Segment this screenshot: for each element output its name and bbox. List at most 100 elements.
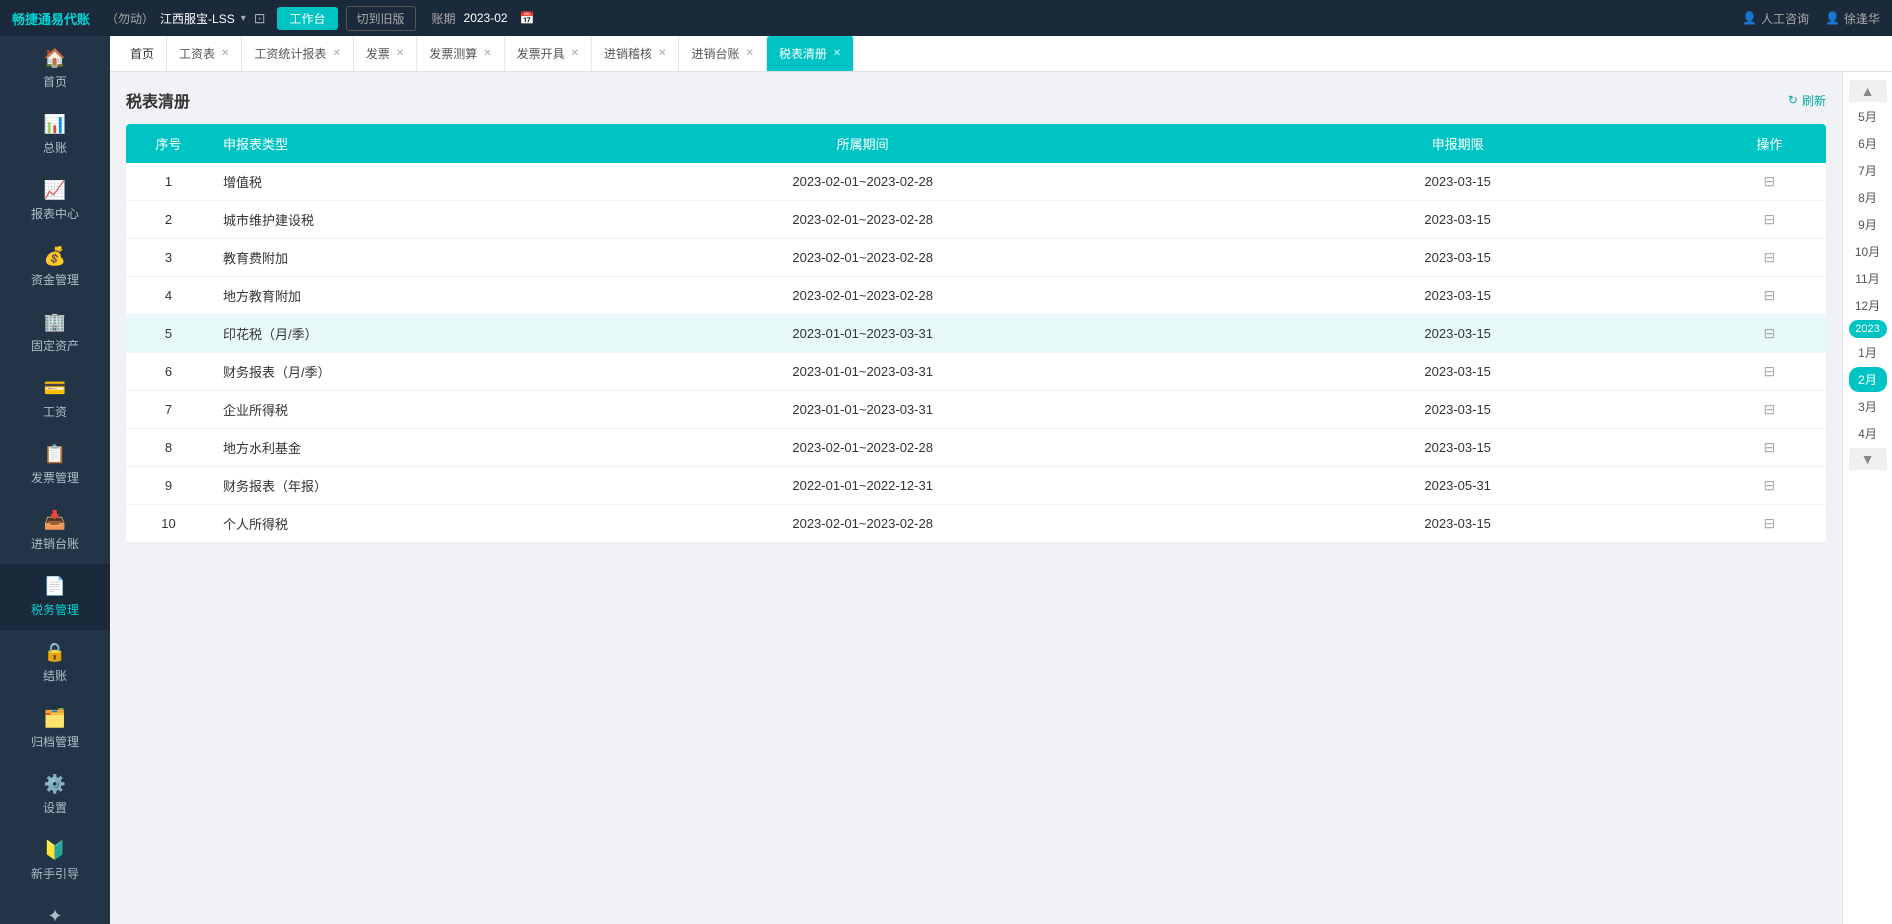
tab-import-check[interactable]: 进销稽核 ✕: [592, 36, 679, 71]
cell-action: ⊟: [1713, 467, 1826, 505]
month-5[interactable]: 5月: [1849, 104, 1887, 129]
sidebar-label-funds: 资金管理: [31, 271, 79, 288]
sidebar-label-ledger: 总账: [43, 139, 67, 156]
cell-period: 2023-01-01~2023-03-31: [523, 315, 1203, 353]
right-panel: ▲ 5月 6月 7月 8月 9月 10月 11月 12月 2023 1月 2月 …: [1842, 72, 1892, 924]
action-icon[interactable]: ⊟: [1763, 249, 1775, 265]
month-9[interactable]: 9月: [1849, 212, 1887, 237]
sidebar-label-home: 首页: [43, 73, 67, 90]
month-1[interactable]: 1月: [1849, 340, 1887, 365]
calendar-icon[interactable]: 📅: [520, 11, 535, 25]
action-icon[interactable]: ⊟: [1763, 401, 1775, 417]
cell-period: 2023-01-01~2023-03-31: [523, 391, 1203, 429]
month-2-active[interactable]: 2月: [1849, 367, 1887, 392]
table-header-row: 序号 申报表类型 所属期间 申报期限 操作: [126, 124, 1826, 163]
action-icon[interactable]: ⊟: [1763, 173, 1775, 189]
workspace-button[interactable]: 工作台: [277, 7, 337, 30]
tab-invoice-calc[interactable]: 发票测算 ✕: [417, 36, 504, 71]
action-icon[interactable]: ⊟: [1763, 439, 1775, 455]
month-10[interactable]: 10月: [1849, 239, 1887, 264]
cell-action: ⊟: [1713, 277, 1826, 315]
refresh-button[interactable]: ↻ 刷新: [1788, 92, 1826, 109]
tab-invoice[interactable]: 发票 ✕: [354, 36, 417, 71]
support-label: 人工咨询: [1761, 10, 1809, 27]
table-row: 4地方教育附加2023-02-01~2023-02-282023-03-15⊟: [126, 277, 1826, 315]
cell-no: 8: [126, 429, 211, 467]
cell-no: 5: [126, 315, 211, 353]
cell-action: ⊟: [1713, 505, 1826, 543]
cell-action: ⊟: [1713, 429, 1826, 467]
sidebar-item-home[interactable]: 🏠 首页: [0, 36, 110, 102]
tab-salary-table-close[interactable]: ✕: [221, 48, 229, 59]
month-8[interactable]: 8月: [1849, 185, 1887, 210]
sidebar-item-salary[interactable]: 💳 工资: [0, 366, 110, 432]
tab-salary-stats[interactable]: 工资统计报表 ✕: [242, 36, 353, 71]
month-12[interactable]: 12月: [1849, 293, 1887, 318]
sidebar-item-closing[interactable]: 🔒 结账: [0, 630, 110, 696]
tab-salary-table[interactable]: 工资表 ✕: [167, 36, 242, 71]
tab-import-ledger[interactable]: 进销台账 ✕: [679, 36, 766, 71]
action-icon[interactable]: ⊟: [1763, 325, 1775, 341]
action-icon[interactable]: ⊟: [1763, 287, 1775, 303]
cell-no: 7: [126, 391, 211, 429]
sidebar-item-guide[interactable]: 🔰 新手引导: [0, 828, 110, 894]
old-version-button[interactable]: 切到旧版: [346, 6, 416, 31]
sidebar-item-ledger[interactable]: 📊 总账: [0, 102, 110, 168]
month-11[interactable]: 11月: [1849, 266, 1887, 291]
month-7[interactable]: 7月: [1849, 158, 1887, 183]
cell-deadline: 2023-03-15: [1203, 277, 1713, 315]
cell-no: 3: [126, 239, 211, 277]
tax-table: 序号 申报表类型 所属期间 申报期限 操作 1增值税2023-02-01~202…: [126, 124, 1826, 543]
tab-invoice-open-close[interactable]: ✕: [571, 48, 579, 59]
tab-tax-clearance[interactable]: 税表清册 ✕: [767, 36, 854, 71]
sidebar-item-funds[interactable]: 💰 资金管理: [0, 234, 110, 300]
month-4[interactable]: 4月: [1849, 421, 1887, 446]
tab-invoice-label: 发票: [366, 45, 390, 62]
tab-home[interactable]: 首页: [118, 36, 167, 71]
action-icon[interactable]: ⊟: [1763, 515, 1775, 531]
sidebar-item-reports[interactable]: 📈 报表中心: [0, 168, 110, 234]
tab-import-ledger-close[interactable]: ✕: [745, 48, 753, 59]
table-row: 3教育费附加2023-02-01~2023-02-282023-03-15⊟: [126, 239, 1826, 277]
sidebar-item-archive[interactable]: 🗂️ 归档管理: [0, 696, 110, 762]
sidebar-label-guide: 新手引导: [31, 865, 79, 882]
tab-import-check-close[interactable]: ✕: [658, 48, 666, 59]
tab-tax-clearance-close[interactable]: ✕: [833, 48, 841, 59]
archive-icon: 🗂️: [44, 708, 66, 729]
cell-period: 2023-02-01~2023-02-28: [523, 201, 1203, 239]
sidebar-item-import[interactable]: 📥 进销台账: [0, 498, 110, 564]
cell-type: 教育费附加: [211, 239, 523, 277]
salary-icon: 💳: [44, 378, 66, 399]
home-icon: 🏠: [44, 48, 66, 69]
sidebar-item-settings[interactable]: ⚙️ 设置: [0, 762, 110, 828]
cell-type: 地方教育附加: [211, 277, 523, 315]
cell-period: 2023-02-01~2023-02-28: [523, 505, 1203, 543]
action-icon[interactable]: ⊟: [1763, 477, 1775, 493]
month-3[interactable]: 3月: [1849, 394, 1887, 419]
tab-salary-stats-close[interactable]: ✕: [332, 48, 340, 59]
action-icon[interactable]: ⊟: [1763, 211, 1775, 227]
sidebar-label-invoice: 发票管理: [31, 469, 79, 486]
cell-deadline: 2023-03-15: [1203, 391, 1713, 429]
support-button[interactable]: 👤 人工咨询: [1742, 10, 1809, 27]
tab-invoice-open[interactable]: 发票开具 ✕: [505, 36, 592, 71]
sidebar-item-tax[interactable]: 📄 税务管理: [0, 564, 110, 630]
company-dropdown-icon[interactable]: ▾: [241, 13, 246, 24]
panel-up-button[interactable]: ▲: [1849, 80, 1887, 102]
sidebar-item-invoice[interactable]: 📋 发票管理: [0, 432, 110, 498]
cell-deadline: 2023-03-15: [1203, 429, 1713, 467]
table-row: 5印花税（月/季）2023-01-01~2023-03-312023-03-15…: [126, 315, 1826, 353]
company-selector[interactable]: （勿动） 江西服宝-LSS ▾: [106, 10, 246, 27]
user-menu[interactable]: 👤 徐逢华: [1825, 10, 1880, 27]
panel-down-button[interactable]: ▼: [1849, 448, 1887, 470]
month-6[interactable]: 6月: [1849, 131, 1887, 156]
sidebar-label-closing: 结账: [43, 667, 67, 684]
cell-no: 10: [126, 505, 211, 543]
tab-invoice-calc-close[interactable]: ✕: [483, 48, 491, 59]
cell-deadline: 2023-03-15: [1203, 353, 1713, 391]
sidebar-item-assets[interactable]: 🏢 固定资产: [0, 300, 110, 366]
tab-invoice-close[interactable]: ✕: [396, 48, 404, 59]
action-icon[interactable]: ⊟: [1763, 363, 1775, 379]
sidebar-item-vip[interactable]: ✦ 畅会员: [0, 894, 110, 924]
cell-period: 2023-02-01~2023-02-28: [523, 163, 1203, 201]
